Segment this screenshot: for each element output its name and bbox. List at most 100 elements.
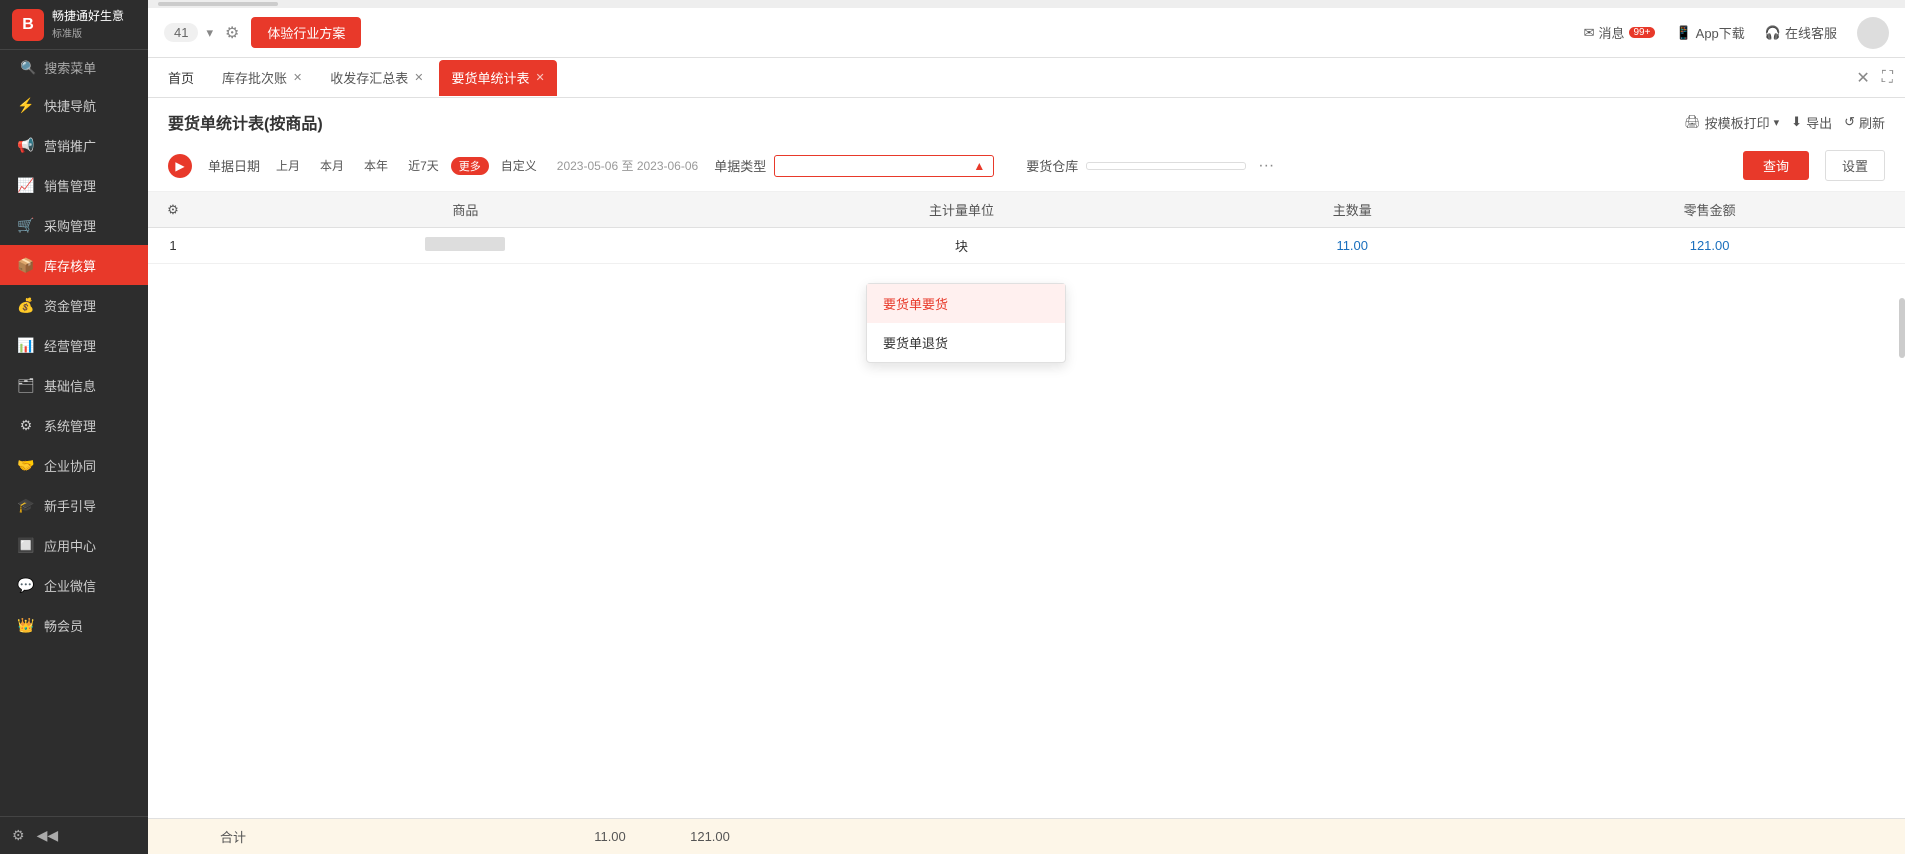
sidebar-search[interactable]: 🔍 搜索菜单 <box>0 50 148 85</box>
tab-inventory-batch-label: 库存批次账 <box>222 68 287 87</box>
expand-tabs-icon[interactable]: ⛶ <box>1878 65 1897 91</box>
dropdown-return-label: 要货单退货 <box>883 336 948 351</box>
scroll-handle <box>158 2 278 6</box>
logo-area: B 畅捷通好生意 标准版 <box>0 0 148 50</box>
print-button[interactable]: 🖨 按模板打印 ▾ <box>1684 113 1779 132</box>
sidebar-item-finance[interactable]: 💰 资金管理 <box>0 285 148 325</box>
query-button[interactable]: 查询 <box>1743 151 1809 180</box>
page-actions: 🖨 按模板打印 ▾ ⬇ 导出 ↺ 刷新 <box>1684 113 1885 132</box>
basic-info-label: 基础信息 <box>44 376 96 395</box>
print-chevron-icon: ▾ <box>1774 116 1780 129</box>
chevron-down-icon[interactable]: ▾ <box>206 25 213 41</box>
user-avatar[interactable] <box>1857 17 1889 49</box>
inventory-icon: 📦 <box>16 255 36 275</box>
sales-label: 销售管理 <box>44 176 96 195</box>
filter-expand-button[interactable]: ▶ <box>168 154 192 178</box>
tab-collection-summary[interactable]: 收发存汇总表 ✕ <box>318 60 435 96</box>
date-opt-this-year[interactable]: 本年 <box>356 155 396 176</box>
header-gear-icon[interactable]: ⚙ <box>225 23 239 43</box>
dropdown-order-label: 要货单要货 <box>883 297 948 312</box>
col-header-gear[interactable]: ⚙ <box>148 192 198 228</box>
date-opt-last-7-days[interactable]: 近7天 <box>400 155 447 176</box>
date-opt-last-month[interactable]: 上月 <box>268 155 308 176</box>
export-button[interactable]: ⬇ 导出 <box>1791 113 1832 132</box>
sidebar-item-enterprise[interactable]: 🤝 企业协同 <box>0 445 148 485</box>
row-product <box>198 228 733 264</box>
sidebar-item-system[interactable]: ⚙ 系统管理 <box>0 405 148 445</box>
sidebar-item-wechat[interactable]: 💬 企业微信 <box>0 565 148 605</box>
row-unit: 块 <box>733 228 1191 264</box>
tab-order-stats[interactable]: 要货单统计表 ✕ <box>439 60 556 96</box>
type-filter-arrow-icon: ▲ <box>973 159 985 173</box>
sidebar-item-quick-nav[interactable]: ⚡ 快捷导航 <box>0 85 148 125</box>
close-all-tabs-icon[interactable]: ✕ <box>1852 64 1873 92</box>
tab-collection-summary-label: 收发存汇总表 <box>330 68 408 87</box>
type-filter-select[interactable]: ▲ <box>774 155 994 177</box>
message-icon: ✉ <box>1584 25 1595 41</box>
tab-order-stats-label: 要货单统计表 <box>451 68 529 87</box>
sidebar-item-operations[interactable]: 📊 经营管理 <box>0 325 148 365</box>
messages-action[interactable]: ✉ 消息 99+ <box>1584 23 1656 42</box>
member-icon: 👑 <box>16 615 36 635</box>
row-index: 1 <box>148 228 198 264</box>
content-area: 要货单统计表(按商品) 🖨 按模板打印 ▾ ⬇ 导出 ↺ 刷新 ▶ <box>148 98 1905 854</box>
tab-home-label: 首页 <box>168 68 194 87</box>
date-opt-custom[interactable]: 自定义 <box>493 155 545 176</box>
sidebar-item-marketing[interactable]: 📢 营销推广 <box>0 125 148 165</box>
main-area: 41 ▾ ⚙ 体验行业方案 ✉ 消息 99+ 📱 App下载 🎧 在线客服 <box>148 0 1905 854</box>
tab-home[interactable]: 首页 <box>156 60 206 96</box>
sidebar-nav: ⚡ 快捷导航 📢 营销推广 📈 销售管理 🛒 采购管理 📦 库存核算 💰 资金管… <box>0 85 148 816</box>
quick-nav-label: 快捷导航 <box>44 96 96 115</box>
row-amount: 121.00 <box>1514 228 1905 264</box>
footer-quantity: 11.00 <box>560 829 660 844</box>
guide-label: 新手引导 <box>44 496 96 515</box>
dropdown-item-order[interactable]: 要货单要货 <box>867 284 1065 323</box>
refresh-label: 刷新 <box>1859 113 1885 132</box>
sidebar-item-guide[interactable]: 🎓 新手引导 <box>0 485 148 525</box>
industry-solution-button[interactable]: 体验行业方案 <box>251 17 361 48</box>
refresh-icon: ↺ <box>1844 114 1855 130</box>
date-filter-group: 单据日期 上月 本月 本年 近7天 更多 自定义 2023-05-06 至 20… <box>208 155 698 176</box>
settings-button[interactable]: 设置 <box>1825 150 1885 181</box>
purchase-icon: 🛒 <box>16 215 36 235</box>
filter-bar: ▶ 单据日期 上月 本月 本年 近7天 更多 自定义 2023-05-06 至 … <box>148 142 1905 192</box>
product-name-blurred <box>425 237 505 251</box>
app-center-label: 应用中心 <box>44 536 96 555</box>
basic-info-icon: 🗂 <box>16 375 36 395</box>
col-header-product: 商品 <box>198 192 733 228</box>
system-label: 系统管理 <box>44 416 96 435</box>
sidebar-item-member[interactable]: 👑 畅会员 <box>0 605 148 645</box>
tab-collection-summary-close[interactable]: ✕ <box>414 71 423 84</box>
collapse-sidebar-icon[interactable]: ◀◀ <box>37 827 59 844</box>
date-opt-more[interactable]: 更多 <box>451 157 489 175</box>
operations-icon: 📊 <box>16 335 36 355</box>
top-scroll-area <box>148 0 1905 8</box>
online-service-action[interactable]: 🎧 在线客服 <box>1765 23 1837 42</box>
settings-bottom-icon[interactable]: ⚙ <box>12 827 25 844</box>
table-gear-icon[interactable]: ⚙ <box>167 202 179 217</box>
sidebar-item-basic-info[interactable]: 🗂 基础信息 <box>0 365 148 405</box>
refresh-button[interactable]: ↺ 刷新 <box>1844 113 1885 132</box>
col-header-unit: 主计量单位 <box>733 192 1191 228</box>
right-scroll-handle[interactable] <box>1899 298 1905 358</box>
sidebar-item-app-center[interactable]: 🔲 应用中心 <box>0 525 148 565</box>
print-icon: 🖨 <box>1684 114 1701 130</box>
more-filters-icon[interactable]: ··· <box>1258 157 1274 175</box>
col-header-quantity: 主数量 <box>1190 192 1514 228</box>
tab-order-stats-close[interactable]: ✕ <box>536 71 545 84</box>
enterprise-label: 企业协同 <box>44 456 96 475</box>
sidebar-item-purchase[interactable]: 🛒 采购管理 <box>0 205 148 245</box>
app-download-action[interactable]: 📱 App下载 <box>1675 23 1744 42</box>
row-quantity: 11.00 <box>1190 228 1514 264</box>
tab-inventory-batch[interactable]: 库存批次账 ✕ <box>210 60 314 96</box>
sidebar-item-inventory[interactable]: 📦 库存核算 <box>0 245 148 285</box>
date-opt-this-month[interactable]: 本月 <box>312 155 352 176</box>
dropdown-item-return[interactable]: 要货单退货 <box>867 323 1065 362</box>
marketing-label: 营销推广 <box>44 136 96 155</box>
warehouse-filter-select[interactable] <box>1086 162 1246 170</box>
table-footer: 合计 11.00 121.00 <box>148 818 1905 854</box>
date-range-display: 2023-05-06 至 2023-06-06 <box>557 157 698 174</box>
sidebar-item-sales[interactable]: 📈 销售管理 <box>0 165 148 205</box>
guide-icon: 🎓 <box>16 495 36 515</box>
tab-inventory-batch-close[interactable]: ✕ <box>293 71 302 84</box>
